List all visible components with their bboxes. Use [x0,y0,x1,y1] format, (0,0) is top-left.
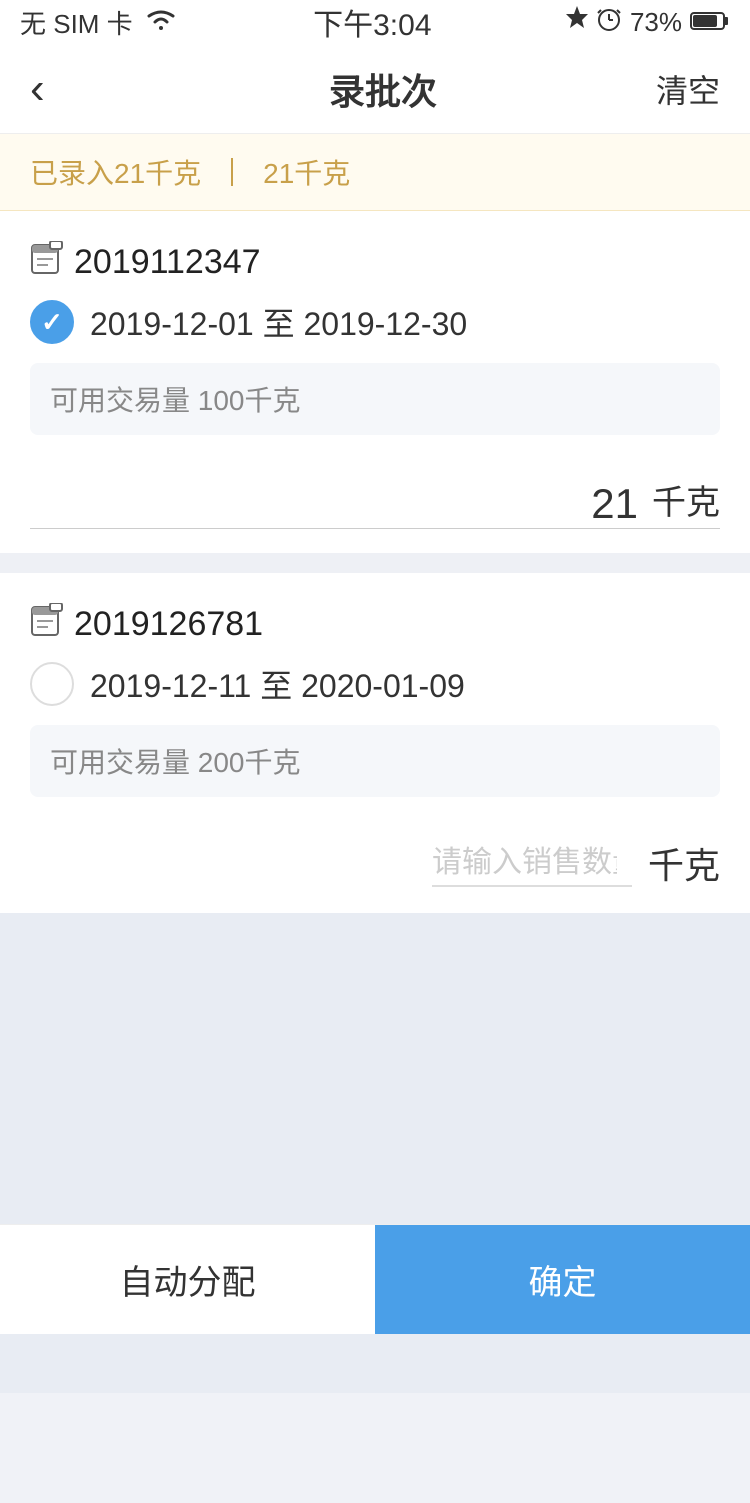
battery-icon [690,7,730,38]
auto-distribute-button[interactable]: 自动分配 [0,1225,375,1334]
nav-bar: ‹ 录批次 清空 [0,44,750,134]
check-icon-1: ✓ [41,307,63,338]
batch-date-2: 2019-12-11 至 2020-01-09 [90,661,465,707]
sim-label: 无 SIM 卡 [20,4,133,41]
radio-1[interactable]: ✓ [30,300,74,344]
back-button[interactable]: ‹ [30,64,110,114]
avail-box-1: 可用交易量 100千克 [30,363,720,435]
clear-button[interactable]: 清空 [656,66,720,112]
info-bar: 已录入21千克 21千克 [0,134,750,211]
avail-box-2: 可用交易量 200千克 [30,725,720,797]
recorded-label: 已录入21千克 [30,152,201,192]
wifi-icon [143,6,179,39]
qty-input-divider-2 [432,885,632,887]
batch-date-row-1[interactable]: ✓ 2019-12-01 至 2019-12-30 [30,299,720,345]
page-title: 录批次 [329,63,437,115]
battery-label: 73% [630,7,682,38]
qty-input-wrapper-2 [432,839,632,887]
info-amount: 21千克 [263,152,350,192]
status-bar-left: 无 SIM 卡 [20,4,179,41]
batch-card-2: 2019126781 2019-12-11 至 2020-01-09 可用交易量… [0,573,750,913]
batch-id-1: 2019112347 [74,243,261,282]
radio-2[interactable] [30,662,74,706]
batch-date-row-2[interactable]: 2019-12-11 至 2020-01-09 [30,661,720,707]
qty-unit-1: 千克 [652,475,720,528]
batch-item-1[interactable]: 2019112347 ✓ 2019-12-01 至 2019-12-30 可用交… [0,211,750,435]
batch-item-2[interactable]: 2019126781 2019-12-11 至 2020-01-09 可用交易量… [0,573,750,797]
batch-icon-1 [30,241,64,283]
batch-id-row-2: 2019126781 [30,603,720,645]
section-separator [0,553,750,573]
bottom-bar: 自动分配 确定 [0,1224,750,1334]
qty-unit-2: 千克 [648,837,720,889]
batch-icon-2 [30,603,64,645]
qty-input-2[interactable] [432,839,632,881]
batch-card-1: 2019112347 ✓ 2019-12-01 至 2019-12-30 可用交… [0,211,750,553]
batch-date-1: 2019-12-01 至 2019-12-30 [90,299,467,345]
confirm-button[interactable]: 确定 [375,1225,750,1334]
qty-number-1: 21 [591,480,638,528]
batch-id-2: 2019126781 [74,605,263,644]
status-bar-right: 73% [566,6,730,39]
batch-id-row-1: 2019112347 [30,241,720,283]
info-divider [231,158,233,186]
qty-row-2: 千克 [0,817,750,913]
qty-display-1: 21 千克 [0,455,750,528]
status-bar-time: 下午3:04 [313,0,431,44]
status-bar: 无 SIM 卡 下午3:04 73% [0,0,750,44]
alarm-icon [596,6,622,39]
location-icon [566,6,588,39]
